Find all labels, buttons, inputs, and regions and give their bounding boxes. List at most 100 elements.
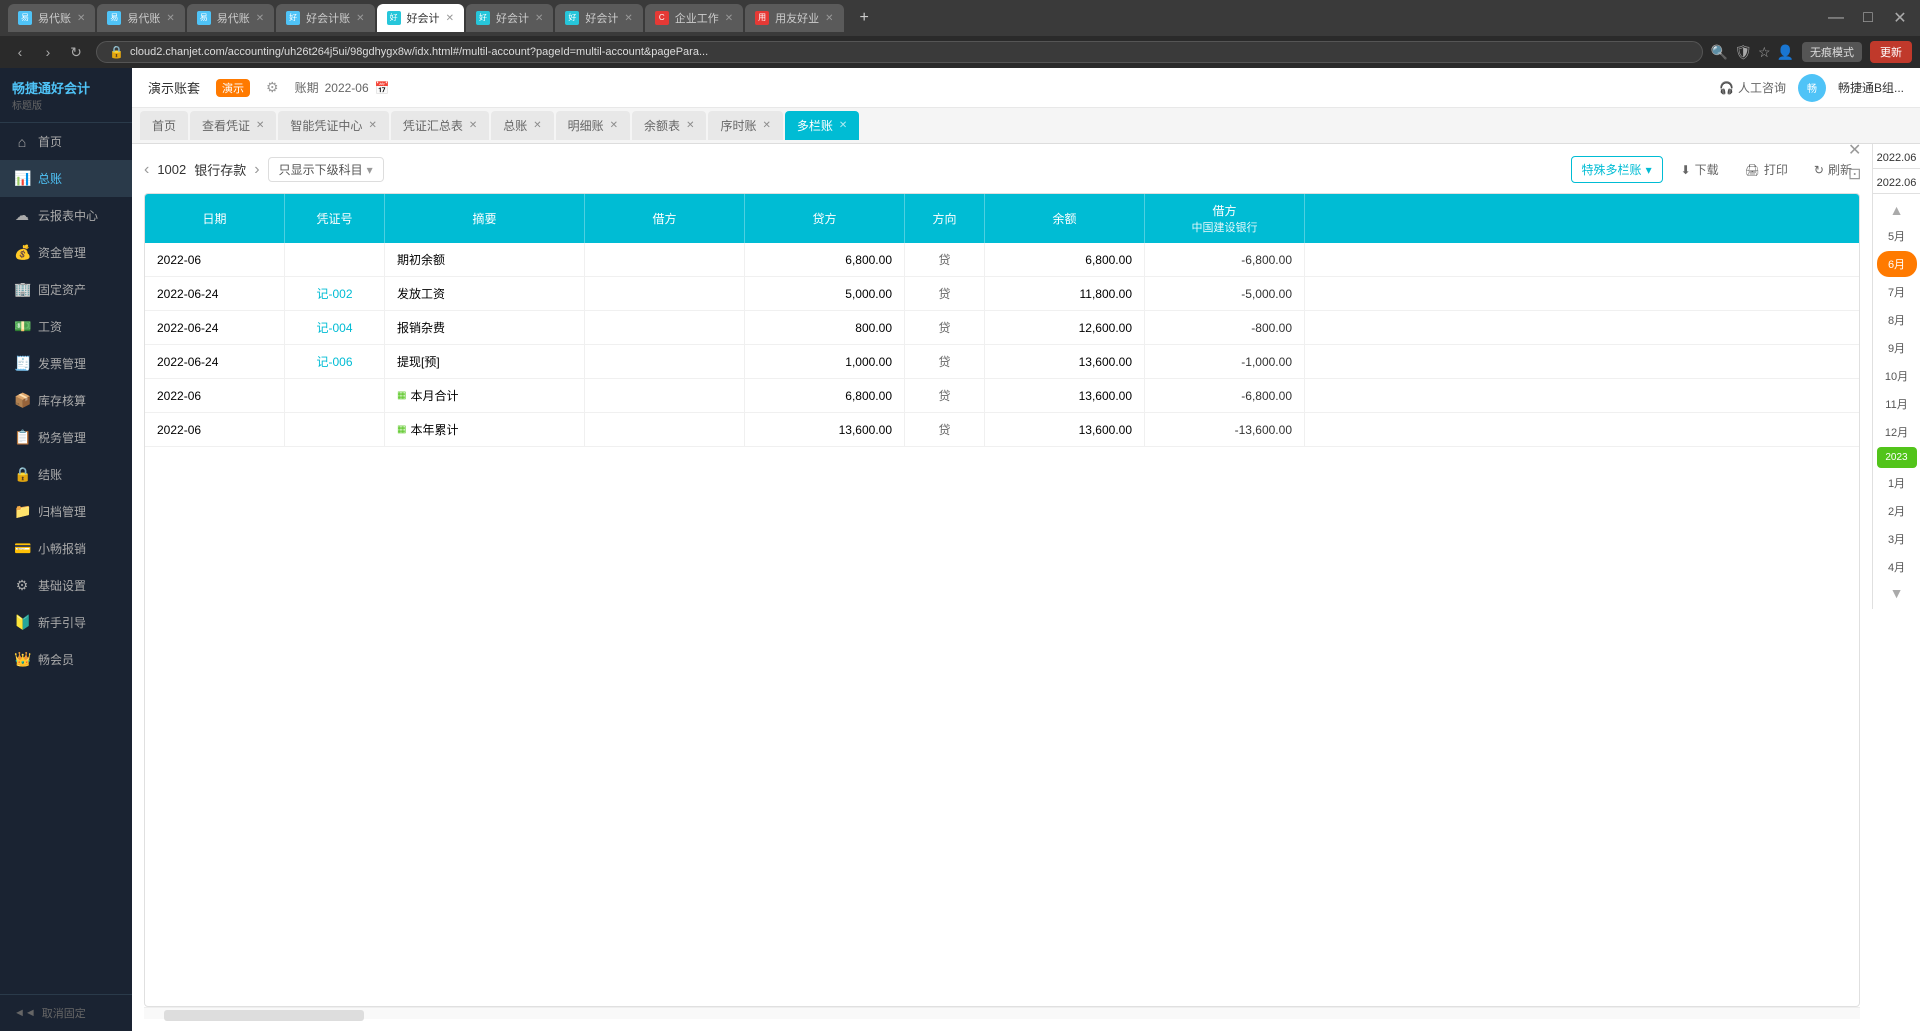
sidebar-item-inventory[interactable]: 📦 库存核算 <box>0 382 132 419</box>
filter-dropdown[interactable]: 只显示下级科目 ▾ <box>268 157 384 182</box>
new-tab-button[interactable]: + <box>856 5 873 31</box>
download-button[interactable]: ⬇ 下载 <box>1673 157 1727 182</box>
month-item-2023-2月[interactable]: 2月 <box>1877 498 1917 524</box>
page-tab-close-icon[interactable]: ✕ <box>762 120 770 131</box>
page-tab-close-icon[interactable]: ✕ <box>368 120 376 131</box>
expand-right-sidebar-icon[interactable]: ⊡ <box>1848 164 1861 184</box>
month-nav-up[interactable]: ▲ <box>1886 198 1908 222</box>
browser-tab-7[interactable]: 好 好会计 ✕ <box>555 4 642 32</box>
browser-tab-2[interactable]: 易 易代账 ✕ <box>97 4 184 32</box>
page-tab-vouchers[interactable]: 查看凭证✕ <box>190 111 276 140</box>
sidebar-item-closing[interactable]: 🔒 结账 <box>0 456 132 493</box>
page-tab-smart-vouchers[interactable]: 智能凭证中心✕ <box>278 111 388 140</box>
account-next-button[interactable]: › <box>254 161 259 179</box>
back-button[interactable]: ‹ <box>8 40 32 64</box>
cell-summary: 期初余额 <box>385 243 585 276</box>
sidebar-item-payroll[interactable]: 💵 工资 <box>0 308 132 345</box>
browser-tab-1[interactable]: 易 易代账 ✕ <box>8 4 95 32</box>
tab-close-icon[interactable]: ✕ <box>77 13 85 24</box>
page-tab-multi-col[interactable]: 多栏账✕ <box>785 111 859 140</box>
browser-tab-9[interactable]: 用 用友好业 ✕ <box>745 4 843 32</box>
close-button[interactable]: ✕ <box>1888 6 1912 30</box>
voucher-link[interactable]: 记-002 <box>316 285 352 302</box>
sidebar-footer[interactable]: ◄◄ 取消固定 <box>0 994 132 1031</box>
month-item-12月[interactable]: 12月 <box>1877 419 1917 445</box>
month-item-5月[interactable]: 5月 <box>1877 223 1917 249</box>
forward-button[interactable]: › <box>36 40 60 64</box>
sidebar-item-archive[interactable]: 📁 归档管理 <box>0 493 132 530</box>
month-item-10月[interactable]: 10月 <box>1877 363 1917 389</box>
profile-icon[interactable]: 👤 <box>1777 44 1794 61</box>
print-button[interactable]: 🖨 打印 <box>1737 157 1796 182</box>
month-item-2023-1月[interactable]: 1月 <box>1877 470 1917 496</box>
sidebar-item-membership[interactable]: 👑 畅会员 <box>0 641 132 678</box>
browser-tab-5[interactable]: 好 好会计 ✕ <box>377 4 464 32</box>
page-tab-close-icon[interactable]: ✕ <box>469 120 477 131</box>
page-tab-close-icon[interactable]: ✕ <box>839 120 847 131</box>
month-item-8月[interactable]: 8月 <box>1877 307 1917 333</box>
scrollbar-thumb[interactable] <box>164 1010 364 1021</box>
sidebar-item-tax-mgmt[interactable]: 📋 税务管理 <box>0 419 132 456</box>
month-nav-down[interactable]: ▼ <box>1886 581 1908 605</box>
account-prev-button[interactable]: ‹ <box>144 161 149 179</box>
page-tab-detail-ledger[interactable]: 明细账✕ <box>556 111 630 140</box>
sidebar-item-guide[interactable]: 🔰 新手引导 <box>0 604 132 641</box>
page-tab-sequence-ledger[interactable]: 序时账✕ <box>708 111 782 140</box>
multi-col-button[interactable]: 特殊多栏账 ▾ <box>1571 156 1663 183</box>
close-right-sidebar-icon[interactable]: ✕ <box>1848 144 1861 160</box>
voucher-link[interactable]: 记-004 <box>316 319 352 336</box>
shield-icon[interactable]: 🛡 <box>1734 44 1752 61</box>
sidebar-item-invoice-mgmt[interactable]: 🧾 发票管理 <box>0 345 132 382</box>
url-bar[interactable]: 🔒 cloud2.chanjet.com/accounting/uh26t264… <box>96 41 1703 63</box>
tab-close-icon[interactable]: ✕ <box>535 13 543 24</box>
maximize-button[interactable]: □ <box>1856 6 1880 30</box>
page-tab-close-icon[interactable]: ✕ <box>686 120 694 131</box>
tab-close-icon[interactable]: ✕ <box>356 13 364 24</box>
month-item-7月[interactable]: 7月 <box>1877 279 1917 305</box>
page-tab-close-icon[interactable]: ✕ <box>533 120 541 131</box>
page-tab-voucher-summary[interactable]: 凭证汇总表✕ <box>391 111 489 140</box>
page-tab-balance-table[interactable]: 余额表✕ <box>632 111 706 140</box>
tab-close-icon[interactable]: ✕ <box>825 13 833 24</box>
month-item-9月[interactable]: 9月 <box>1877 335 1917 361</box>
tab-close-icon[interactable]: ✕ <box>446 13 454 24</box>
sidebar-item-home[interactable]: ⌂ 首页 <box>0 123 132 160</box>
settings-icon[interactable]: ⚙ <box>266 79 279 96</box>
sidebar-item-fund-mgmt[interactable]: 💰 资金管理 <box>0 234 132 271</box>
month-item-11月[interactable]: 11月 <box>1877 391 1917 417</box>
sidebar-item-general-ledger[interactable]: 📊 总账 <box>0 160 132 197</box>
month-item-2023-3月[interactable]: 3月 <box>1877 526 1917 552</box>
sidebar-item-settings[interactable]: ⚙ 基础设置 <box>0 567 132 604</box>
tab-close-icon[interactable]: ✕ <box>725 13 733 24</box>
horizontal-scrollbar[interactable] <box>144 1007 1860 1019</box>
month-item-6月[interactable]: 6月 <box>1877 251 1917 277</box>
tab-close-icon[interactable]: ✕ <box>256 13 264 24</box>
refresh-button[interactable]: ↻ <box>64 40 88 64</box>
right-sidebar: 2022.062022.06▲5月6月7月8月9月10月11月12月20231月… <box>1872 144 1920 609</box>
browser-tab-4[interactable]: 好 好会计账 ✕ <box>276 4 374 32</box>
unpin-button[interactable]: ◄◄ 取消固定 <box>14 1005 118 1021</box>
tab-close-icon[interactable]: ✕ <box>624 13 632 24</box>
search-icon[interactable]: 🔍 <box>1711 44 1728 61</box>
tab-close-icon[interactable]: ✕ <box>166 13 174 24</box>
month-item-2023-4月[interactable]: 4月 <box>1877 554 1917 580</box>
minimize-button[interactable]: — <box>1824 6 1848 30</box>
sidebar-item-fixed-assets[interactable]: 🏢 固定资产 <box>0 271 132 308</box>
browser-tab-6[interactable]: 好 好会计 ✕ <box>466 4 553 32</box>
sidebar-item-expense[interactable]: 💳 小畅报销 <box>0 530 132 567</box>
page-tab-general-ledger[interactable]: 总账✕ <box>491 111 553 140</box>
page-tab-home[interactable]: 首页 <box>140 111 188 140</box>
page-tab-close-icon[interactable]: ✕ <box>610 120 618 131</box>
browser-tab-3[interactable]: 易 易代账 ✕ <box>187 4 274 32</box>
calendar-icon[interactable]: 📅 <box>375 81 390 95</box>
update-button[interactable]: 更新 <box>1870 41 1912 63</box>
consult-button[interactable]: 🎧 人工咨询 <box>1719 79 1786 96</box>
user-name[interactable]: 畅捷通B组... <box>1838 79 1904 96</box>
star-icon[interactable]: ☆ <box>1758 44 1771 61</box>
user-avatar[interactable]: 畅 <box>1798 74 1826 102</box>
incognito-mode-button[interactable]: 无痕模式 <box>1802 42 1862 62</box>
browser-tab-8[interactable]: C 企业工作 ✕ <box>645 4 743 32</box>
page-tab-close-icon[interactable]: ✕ <box>256 120 264 131</box>
voucher-link[interactable]: 记-006 <box>316 353 352 370</box>
sidebar-item-cloud-reports[interactable]: ☁ 云报表中心 <box>0 197 132 234</box>
